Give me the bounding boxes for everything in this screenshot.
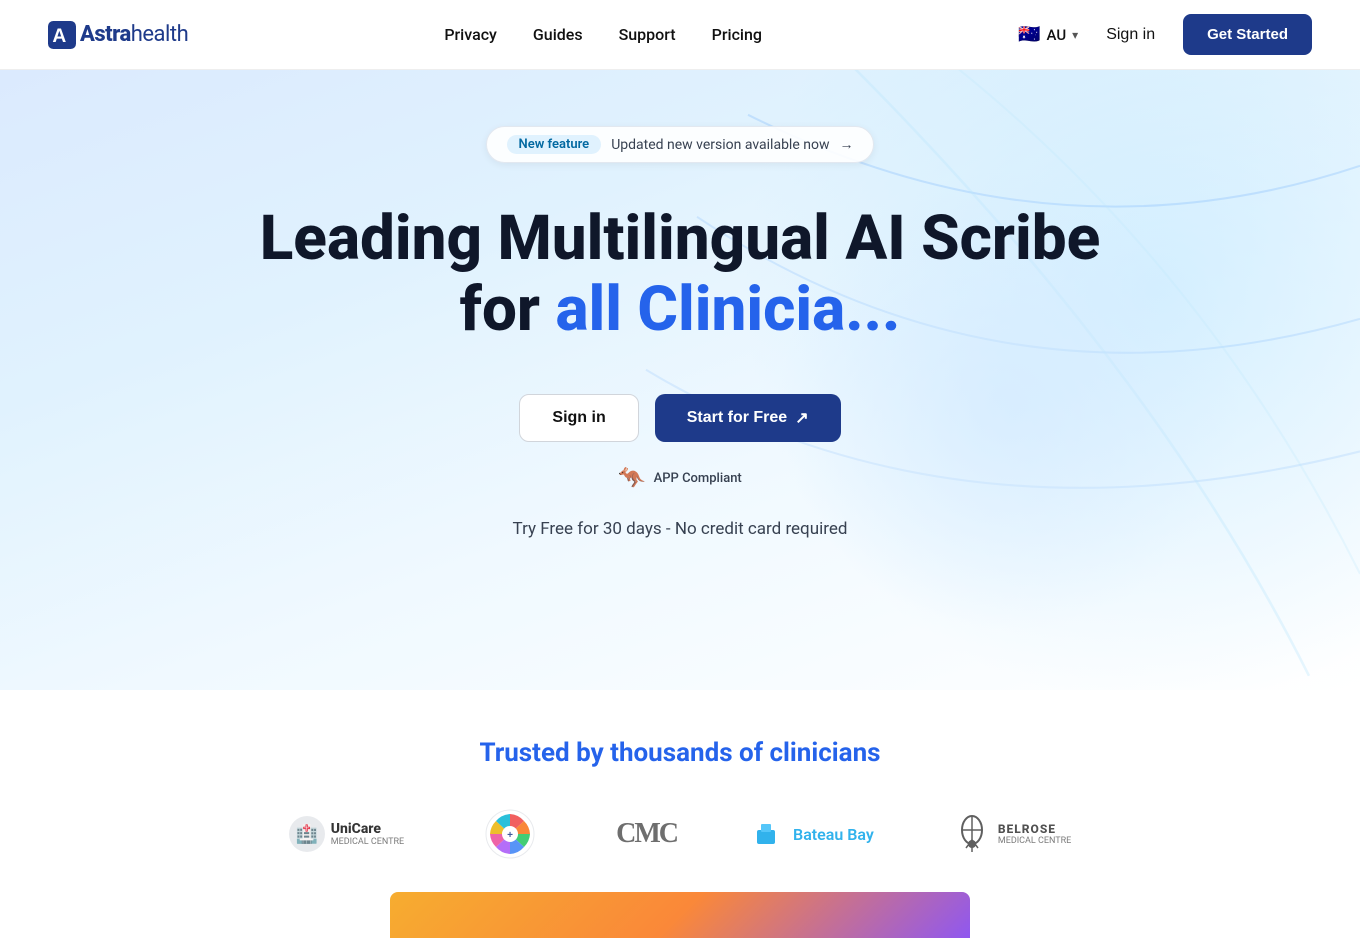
australia-icon: 🦘 xyxy=(618,466,645,491)
belrose-icon xyxy=(954,814,990,854)
hero-signin-button[interactable]: Sign in xyxy=(519,394,638,442)
hero-title-line1: Leading Multilingual AI Scribe xyxy=(260,202,1101,275)
healthplus-logo: + xyxy=(484,808,536,860)
nav-right: 🇦🇺 AU ▾ Sign in Get Started xyxy=(1018,14,1312,55)
signin-button[interactable]: Sign in xyxy=(1094,18,1167,52)
belrose-subtitle: MEDICAL CENTRE xyxy=(998,836,1071,846)
bateau-bay-text: Bateau Bay xyxy=(793,825,874,844)
hero-buttons: Sign in Start for Free ↗ xyxy=(519,394,840,442)
logo[interactable]: A Astrahealth xyxy=(48,21,188,49)
logo-health-text: health xyxy=(131,22,188,47)
au-flag: 🇦🇺 xyxy=(1018,26,1040,44)
unicare-icon: 🏥 xyxy=(289,816,325,852)
hero-section: New feature Updated new version availabl… xyxy=(0,70,1360,690)
cmc-text: CMC xyxy=(616,818,677,850)
cmc-logo: CMC xyxy=(616,818,677,850)
hero-start-arrow-icon: ↗ xyxy=(795,408,808,428)
healthplus-icon: + xyxy=(484,808,536,860)
svg-text:+: + xyxy=(507,830,513,841)
get-started-button[interactable]: Get Started xyxy=(1183,14,1312,55)
hero-start-button[interactable]: Start for Free ↗ xyxy=(655,394,841,442)
hero-start-label: Start for Free xyxy=(687,409,787,427)
logos-row: 🏥 UniCare MEDICAL CENTRE xyxy=(24,808,1336,860)
unicare-logo: 🏥 UniCare MEDICAL CENTRE xyxy=(289,816,404,852)
chevron-down-icon: ▾ xyxy=(1072,28,1078,42)
bateau-bay-logo: Bateau Bay xyxy=(757,820,874,848)
nav-support[interactable]: Support xyxy=(619,25,676,44)
belrose-logo: BELROSE MEDICAL CENTRE xyxy=(954,814,1071,854)
logo-icon: A xyxy=(48,21,76,49)
navbar: A Astrahealth Privacy Guides Support Pri… xyxy=(0,0,1360,70)
hero-compliance: 🦘 APP Compliant xyxy=(618,466,742,491)
nav-privacy[interactable]: Privacy xyxy=(444,25,497,44)
hero-title-highlight: all Clinicia... xyxy=(555,273,900,346)
nav-guides[interactable]: Guides xyxy=(533,25,583,44)
badge-arrow-icon: → xyxy=(839,136,853,153)
trusted-title: Trusted by thousands of clinicians xyxy=(479,738,880,768)
unicare-subtitle: MEDICAL CENTRE xyxy=(331,837,404,847)
new-feature-badge[interactable]: New feature Updated new version availabl… xyxy=(486,126,875,163)
bottom-image-section xyxy=(0,892,1360,938)
bottom-image-placeholder xyxy=(390,892,970,938)
hero-title: Leading Multilingual AI Scribe for all C… xyxy=(260,203,1101,346)
hero-title-line2: for all Clinicia... xyxy=(260,274,1101,345)
nav-pricing[interactable]: Pricing xyxy=(712,25,762,44)
svg-text:A: A xyxy=(52,26,66,47)
badge-text: Updated new version available now xyxy=(611,137,829,153)
nav-links: Privacy Guides Support Pricing xyxy=(444,25,762,44)
trusted-section: Trusted by thousands of clinicians 🏥 Uni… xyxy=(0,690,1360,892)
hero-decoration-svg xyxy=(544,70,1360,690)
badge-tag: New feature xyxy=(507,135,602,154)
hero-free-text: Try Free for 30 days - No credit card re… xyxy=(513,519,848,539)
unicare-name: UniCare xyxy=(331,821,404,837)
belrose-name: BELROSE xyxy=(998,822,1071,836)
logo-astra-text: Astra xyxy=(80,22,131,47)
region-selector[interactable]: 🇦🇺 AU ▾ xyxy=(1018,26,1078,44)
region-label: AU xyxy=(1047,26,1067,44)
hero-title-prefix: for xyxy=(460,273,556,346)
bateau-bay-icon xyxy=(757,820,785,848)
compliance-text: APP Compliant xyxy=(654,471,742,486)
